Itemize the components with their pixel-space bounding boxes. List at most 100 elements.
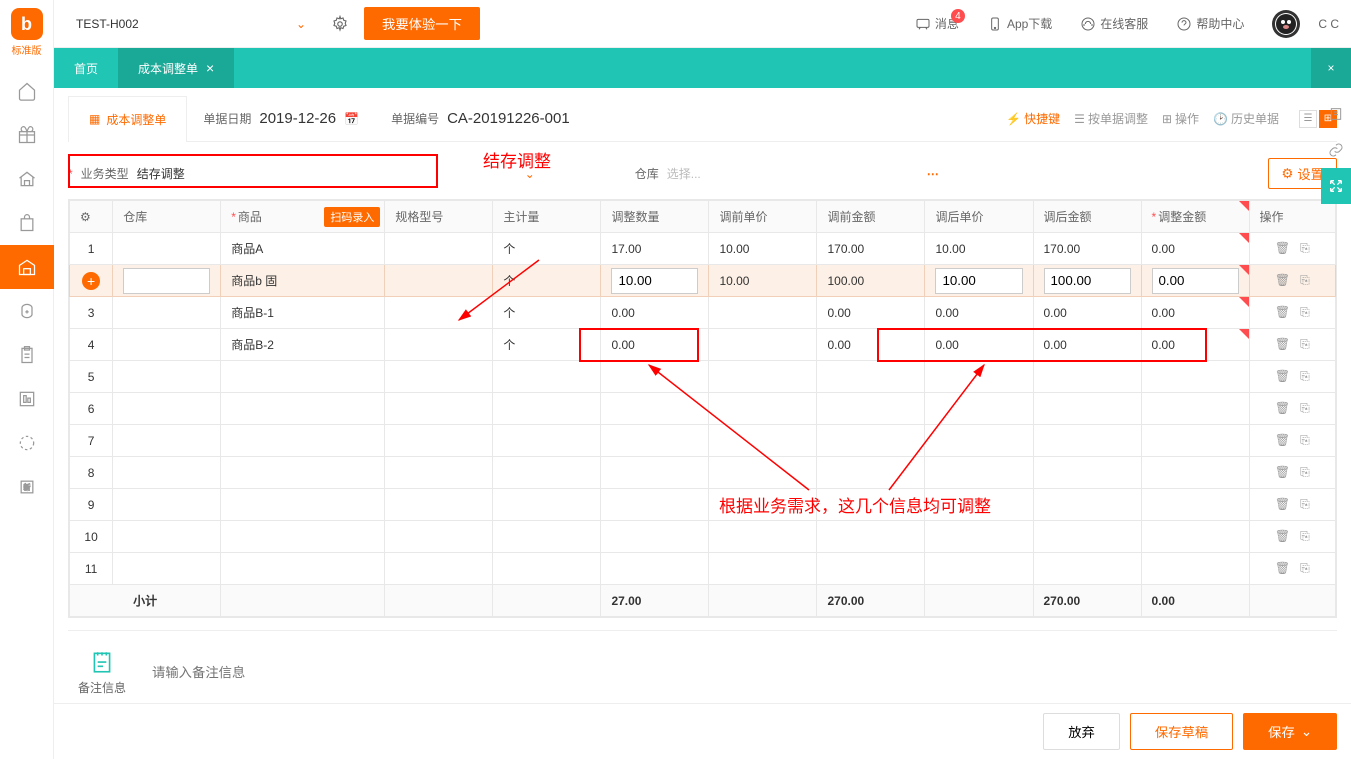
nav-home[interactable] bbox=[0, 69, 54, 113]
app-download-link[interactable]: App下载 bbox=[979, 15, 1060, 32]
delete-icon[interactable]: 🗑 bbox=[1275, 401, 1290, 416]
nav-gift[interactable] bbox=[0, 113, 54, 157]
doc-header: ▦ 成本调整单 单据日期 2019-12-26 📅 单据编号 CA-201912… bbox=[68, 96, 1337, 142]
col-pre-amt: 调前金额 bbox=[817, 201, 925, 233]
nav-warehouse[interactable] bbox=[0, 245, 54, 289]
copy-icon[interactable]: ⎘ bbox=[1300, 241, 1310, 256]
memo-input[interactable] bbox=[146, 659, 1327, 686]
delete-icon[interactable]: 🗑 bbox=[1275, 497, 1290, 512]
right-rail bbox=[1321, 96, 1351, 204]
copy-icon[interactable]: ⎘ bbox=[1300, 497, 1310, 512]
logo: b 标准版 bbox=[7, 8, 47, 57]
nav-bag[interactable] bbox=[0, 201, 54, 245]
scan-badge[interactable]: 扫码录入 bbox=[324, 207, 380, 227]
doc-tab[interactable]: ▦ 成本调整单 bbox=[68, 96, 187, 142]
view-list[interactable]: ☰ bbox=[1299, 110, 1317, 128]
ops-link[interactable]: ⊞操作 bbox=[1162, 110, 1199, 127]
delete-icon[interactable]: 🗑 bbox=[1275, 369, 1290, 384]
try-button[interactable]: 我要体验一下 bbox=[364, 7, 480, 40]
col-operation: 操作 bbox=[1249, 201, 1335, 233]
left-sidebar: b 标准版 新 bbox=[0, 0, 54, 759]
org-name: TEST-H002 bbox=[76, 17, 139, 31]
history-link[interactable]: 🕑历史单据 bbox=[1213, 110, 1279, 127]
rr-note[interactable] bbox=[1321, 96, 1351, 132]
table-row[interactable]: 11🗑⎘ bbox=[70, 553, 1336, 585]
post-price-input[interactable] bbox=[935, 268, 1022, 294]
delete-icon[interactable]: 🗑 bbox=[1275, 305, 1290, 320]
subtotal-row: 小计 27.00 270.00 270.00 0.00 bbox=[70, 585, 1336, 617]
support-label: 在线客服 bbox=[1100, 15, 1148, 32]
logo-icon: b bbox=[11, 8, 43, 40]
col-warehouse: 仓库 bbox=[113, 201, 221, 233]
delete-icon[interactable]: 🗑 bbox=[1275, 337, 1290, 352]
delete-icon[interactable]: 🗑 bbox=[1275, 433, 1290, 448]
table-header-row: ⚙ 仓库 商品扫码录入 规格型号 主计量 调整数量 调前单价 调前金额 调后单价… bbox=[70, 201, 1336, 233]
copy-icon[interactable]: ⎘ bbox=[1300, 433, 1310, 448]
delete-icon[interactable]: 🗑 bbox=[1275, 465, 1290, 480]
copy-icon[interactable]: ⎘ bbox=[1300, 561, 1310, 576]
calendar-icon[interactable]: 📅 bbox=[344, 112, 359, 126]
nav-house[interactable] bbox=[0, 157, 54, 201]
col-pre-price: 调前单价 bbox=[709, 201, 817, 233]
post-amt-input[interactable] bbox=[1044, 268, 1131, 294]
rr-expand[interactable] bbox=[1321, 168, 1351, 204]
table-row[interactable]: 6🗑⎘ bbox=[70, 393, 1336, 425]
content-area: ▦ 成本调整单 单据日期 2019-12-26 📅 单据编号 CA-201912… bbox=[54, 88, 1351, 703]
nav-new[interactable]: 新 bbox=[0, 465, 54, 509]
table-row[interactable]: 5🗑⎘ bbox=[70, 361, 1336, 393]
by-order-link[interactable]: ☰按单据调整 bbox=[1074, 110, 1148, 127]
filter-row: * 业务类型 结存调整 ⌄ 仓库 选择... ⋯ ⚙ 设置 bbox=[68, 142, 1337, 199]
table-row[interactable]: 3商品B-1个0.000.000.000.000.00🗑⎘ bbox=[70, 297, 1336, 329]
col-post-price: 调后单价 bbox=[925, 201, 1033, 233]
copy-icon[interactable]: ⎘ bbox=[1300, 305, 1310, 320]
qty-input[interactable] bbox=[611, 268, 698, 294]
copy-icon[interactable]: ⎘ bbox=[1300, 337, 1310, 352]
copy-icon[interactable]: ⎘ bbox=[1300, 369, 1310, 384]
warehouse-input[interactable] bbox=[123, 268, 210, 294]
copy-icon[interactable]: ⎘ bbox=[1300, 465, 1310, 480]
gear-button[interactable] bbox=[328, 12, 352, 36]
table-row[interactable]: 8🗑⎘ bbox=[70, 457, 1336, 489]
org-selector[interactable]: TEST-H002 ⌄ bbox=[66, 8, 316, 40]
hotkey-link[interactable]: ⚡快捷键 bbox=[1006, 110, 1060, 127]
table-row[interactable]: 7🗑⎘ bbox=[70, 425, 1336, 457]
delete-icon[interactable]: 🗑 bbox=[1275, 241, 1290, 256]
tab-bar: 首页 成本调整单 × × bbox=[54, 48, 1351, 88]
help-label: 帮助中心 bbox=[1196, 15, 1244, 32]
delete-icon[interactable]: 🗑 bbox=[1275, 273, 1290, 288]
filter-biz-type[interactable]: * 业务类型 结存调整 ⌄ bbox=[68, 165, 535, 182]
copy-icon[interactable]: ⎘ bbox=[1300, 529, 1310, 544]
nav-clipboard[interactable] bbox=[0, 333, 54, 377]
tab-home[interactable]: 首页 bbox=[54, 48, 118, 88]
adj-input[interactable] bbox=[1152, 268, 1239, 294]
tab-cost-adjust[interactable]: 成本调整单 × bbox=[118, 48, 234, 88]
copy-icon[interactable]: ⎘ bbox=[1300, 401, 1310, 416]
table-row[interactable]: +商品b 固个10.00100.00🗑⎘ bbox=[70, 265, 1336, 297]
table-row[interactable]: 10🗑⎘ bbox=[70, 521, 1336, 553]
table-row[interactable]: 4商品B-2个0.000.000.000.000.00🗑⎘ bbox=[70, 329, 1336, 361]
add-row-icon[interactable]: + bbox=[82, 272, 100, 290]
rr-link[interactable] bbox=[1321, 132, 1351, 168]
delete-icon[interactable]: 🗑 bbox=[1275, 561, 1290, 576]
avatar[interactable] bbox=[1272, 10, 1300, 38]
col-gear[interactable]: ⚙ bbox=[70, 201, 113, 233]
nav-money[interactable] bbox=[0, 289, 54, 333]
close-icon[interactable]: × bbox=[206, 60, 214, 76]
save-button[interactable]: 保存 ⌄ bbox=[1243, 713, 1337, 750]
tab-bar-close[interactable]: × bbox=[1311, 48, 1351, 88]
messages-link[interactable]: 消息 4 bbox=[907, 15, 967, 32]
save-draft-button[interactable]: 保存草稿 bbox=[1130, 713, 1233, 750]
table-row[interactable]: 9🗑⎘ bbox=[70, 489, 1336, 521]
help-link[interactable]: 帮助中心 bbox=[1168, 15, 1252, 32]
delete-icon[interactable]: 🗑 bbox=[1275, 529, 1290, 544]
discard-button[interactable]: 放弃 bbox=[1043, 713, 1120, 750]
list-icon: ☰ bbox=[1074, 112, 1085, 126]
table-row[interactable]: 1商品A个17.0010.00170.0010.00170.000.00🗑⎘ bbox=[70, 233, 1336, 265]
nav-report[interactable] bbox=[0, 377, 54, 421]
copy-icon[interactable]: ⎘ bbox=[1300, 273, 1310, 288]
nav-circle[interactable] bbox=[0, 421, 54, 465]
filter-warehouse[interactable]: 仓库 选择... bbox=[635, 165, 867, 182]
support-link[interactable]: 在线客服 bbox=[1072, 15, 1156, 32]
filter-more[interactable]: ⋯ bbox=[927, 167, 941, 181]
bolt-icon: ⚡ bbox=[1006, 112, 1021, 126]
